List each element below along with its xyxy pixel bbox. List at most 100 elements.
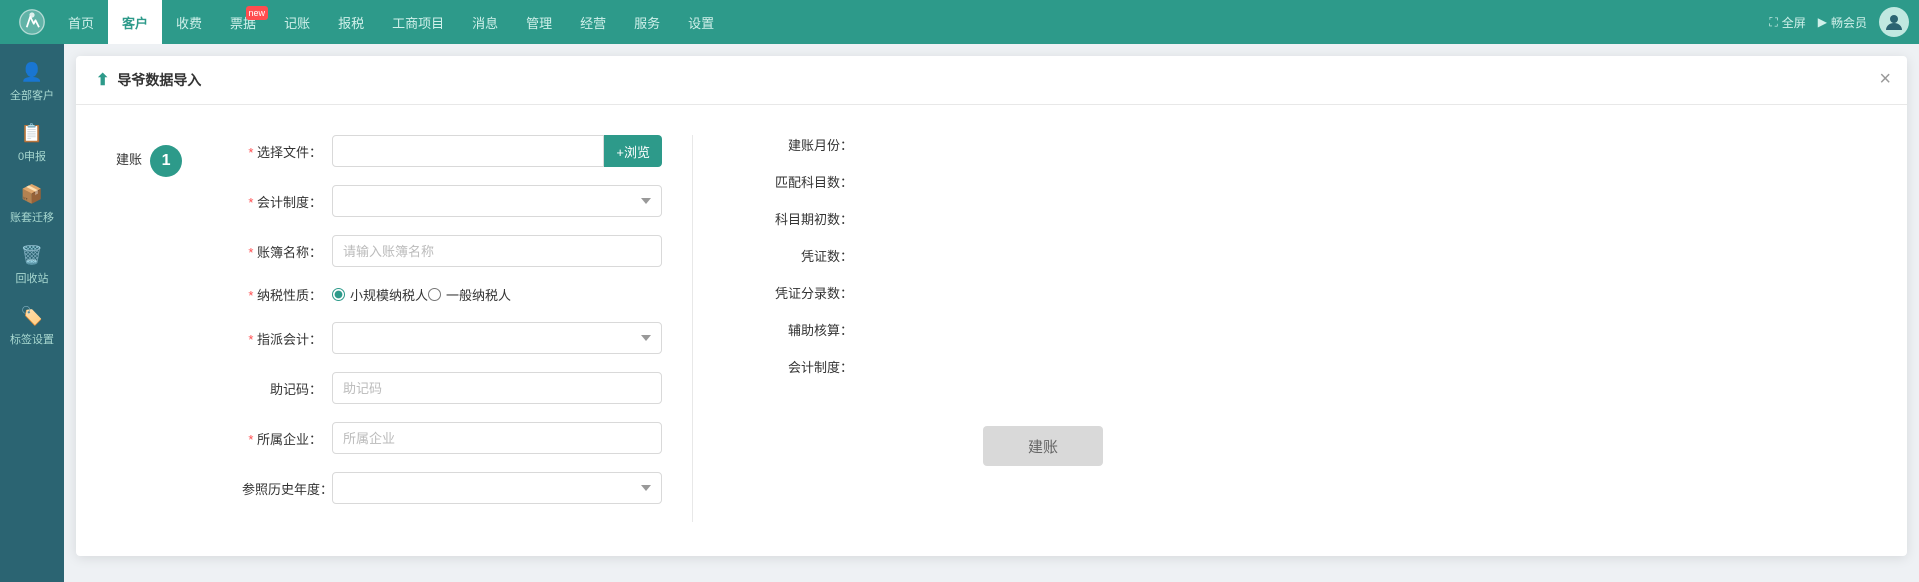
step-circle: 1	[150, 145, 182, 177]
tax-type-small-radio[interactable]	[332, 288, 345, 301]
browse-button[interactable]: +浏览	[604, 135, 662, 167]
account-migration-icon: 📦	[21, 184, 43, 205]
memo-code-label: 助记码：	[242, 379, 322, 398]
member-button[interactable]: ▶ 畅会员	[1818, 14, 1867, 31]
tax-type-general-radio[interactable]	[428, 288, 441, 301]
zero-declaration-icon: 📋	[21, 123, 43, 144]
sidebar-item-label-account-migration: 账套迁移	[10, 209, 54, 225]
company-row: 所属企业：	[242, 422, 662, 454]
voucher-count-row: 凭证数：	[763, 246, 1103, 265]
voucher-entries-label: 凭证分录数：	[763, 283, 853, 302]
initial-subjects-row: 科目期初数：	[763, 209, 1103, 228]
history-year-row: 参照历史年度：	[242, 472, 662, 504]
sidebar-item-label-all-customers: 全部客户	[10, 87, 54, 103]
tax-type-label: 纳税性质：	[242, 285, 322, 304]
match-subjects-row: 匹配科目数：	[763, 172, 1103, 191]
vertical-divider	[692, 135, 693, 522]
build-month-label: 建账月份：	[763, 135, 853, 154]
member-label: 畅会员	[1831, 14, 1867, 31]
memo-code-row: 助记码：	[242, 372, 662, 404]
fullscreen-label: 全屏	[1782, 14, 1806, 31]
company-input[interactable]	[332, 422, 662, 454]
tax-type-general[interactable]: 一般纳税人	[428, 285, 508, 304]
top-nav: 首页 客户 收费 票据 new 记账 报税 工商项目 消息 管理 经营 服务 设…	[0, 0, 1919, 44]
sidebar-item-zero-declaration[interactable]: 📋 0申报	[2, 115, 62, 172]
modal-title: 导爷数据导入	[117, 70, 201, 90]
step-label: 建账	[116, 145, 142, 168]
accounting-system-select[interactable]	[332, 185, 662, 217]
fullscreen-button[interactable]: ⛶ 全屏	[1769, 14, 1805, 31]
tax-type-general-label: 一般纳税人	[446, 285, 511, 304]
memo-code-input[interactable]	[332, 372, 662, 404]
accountant-label: 指派会计：	[242, 329, 322, 348]
nav-biz[interactable]: 工商项目	[378, 0, 458, 44]
tax-type-small[interactable]: 小规模纳税人	[332, 285, 412, 304]
aux-accounting-row: 辅助核算：	[763, 320, 1103, 339]
tax-type-radio-group: 小规模纳税人 一般纳税人	[332, 285, 662, 304]
app-logo[interactable]	[10, 0, 54, 44]
ledger-name-row: 账簿名称：	[242, 235, 662, 267]
file-input-group: +浏览	[332, 135, 662, 167]
fullscreen-icon: ⛶	[1769, 15, 1777, 30]
accounting-system-label: 会计制度：	[242, 192, 322, 211]
nav-manage[interactable]: 管理	[512, 0, 566, 44]
match-subjects-label: 匹配科目数：	[763, 172, 853, 191]
all-customers-icon: 👤	[21, 62, 43, 83]
nav-fee[interactable]: 收费	[162, 0, 216, 44]
nav-service[interactable]: 服务	[620, 0, 674, 44]
step-section: 建账 1	[116, 135, 182, 522]
initial-subjects-label: 科目期初数：	[763, 209, 853, 228]
member-icon: ▶	[1818, 15, 1827, 29]
tax-type-row: 纳税性质： 小规模纳税人 一般纳税人	[242, 285, 662, 304]
recycle-bin-icon: 🗑️	[21, 245, 43, 266]
ledger-name-label: 账簿名称：	[242, 242, 322, 261]
nav-invoice[interactable]: 票据 new	[216, 0, 270, 44]
accountant-row: 指派会计：	[242, 322, 662, 354]
nav-home[interactable]: 首页	[54, 0, 108, 44]
accountant-select[interactable]	[332, 322, 662, 354]
nav-settings[interactable]: 设置	[674, 0, 728, 44]
main-content: ⬆ 导爷数据导入 × 建账 1 选择文件：	[64, 44, 1919, 582]
right-form: 建账月份： 匹配科目数： 科目期初数： 凭证数：	[763, 135, 1103, 522]
sidebar-item-label-recycle-bin: 回收站	[16, 270, 49, 286]
file-row: 选择文件： +浏览	[242, 135, 662, 167]
modal-header: ⬆ 导爷数据导入 ×	[76, 56, 1907, 105]
upload-icon: ⬆	[96, 70, 109, 90]
ledger-name-input[interactable]	[332, 235, 662, 267]
voucher-count-label: 凭证数：	[763, 246, 853, 265]
aux-accounting-label: 辅助核算：	[763, 320, 853, 339]
nav-items: 首页 客户 收费 票据 new 记账 报税 工商项目 消息 管理 经营 服务 设…	[54, 0, 1769, 44]
nav-bookkeep[interactable]: 记账	[270, 0, 324, 44]
voucher-entries-row: 凭证分录数：	[763, 283, 1103, 302]
modal-close-button[interactable]: ×	[1879, 68, 1891, 91]
sidebar-item-label-tag-settings: 标签设置	[10, 331, 54, 347]
right-accounting-system-row: 会计制度：	[763, 357, 1103, 376]
nav-customer[interactable]: 客户	[108, 0, 162, 44]
accounting-system-row: 会计制度：	[242, 185, 662, 217]
nav-message[interactable]: 消息	[458, 0, 512, 44]
history-year-select[interactable]	[332, 472, 662, 504]
company-label: 所属企业：	[242, 429, 322, 448]
tax-type-small-label: 小规模纳税人	[350, 285, 428, 304]
sidebar-item-all-customers[interactable]: 👤 全部客户	[2, 54, 62, 111]
sidebar-item-account-migration[interactable]: 📦 账套迁移	[2, 176, 62, 233]
file-input[interactable]	[332, 135, 604, 167]
build-month-row: 建账月份：	[763, 135, 1103, 154]
modal-panel: ⬆ 导爷数据导入 × 建账 1 选择文件：	[76, 56, 1907, 556]
sidebar: 👤 全部客户 📋 0申报 📦 账套迁移 🗑️ 回收站 🏷️ 标签设置	[0, 44, 64, 582]
nav-right: ⛶ 全屏 ▶ 畅会员	[1769, 7, 1909, 37]
right-accounting-system-label: 会计制度：	[763, 357, 853, 376]
nav-operation[interactable]: 经营	[566, 0, 620, 44]
user-avatar[interactable]	[1879, 7, 1909, 37]
sidebar-item-tag-settings[interactable]: 🏷️ 标签设置	[2, 298, 62, 355]
form-area: 建账 1 选择文件： +浏览 会计制度：	[76, 105, 1907, 552]
new-badge: new	[246, 6, 269, 20]
history-year-label: 参照历史年度：	[242, 479, 322, 498]
nav-tax[interactable]: 报税	[324, 0, 378, 44]
tag-settings-icon: 🏷️	[21, 306, 43, 327]
build-account-button[interactable]: 建账	[983, 426, 1103, 466]
file-label: 选择文件：	[242, 142, 322, 161]
sidebar-item-recycle-bin[interactable]: 🗑️ 回收站	[2, 237, 62, 294]
left-form: 选择文件： +浏览 会计制度：	[242, 135, 662, 522]
sidebar-item-label-zero-declaration: 0申报	[18, 148, 46, 164]
